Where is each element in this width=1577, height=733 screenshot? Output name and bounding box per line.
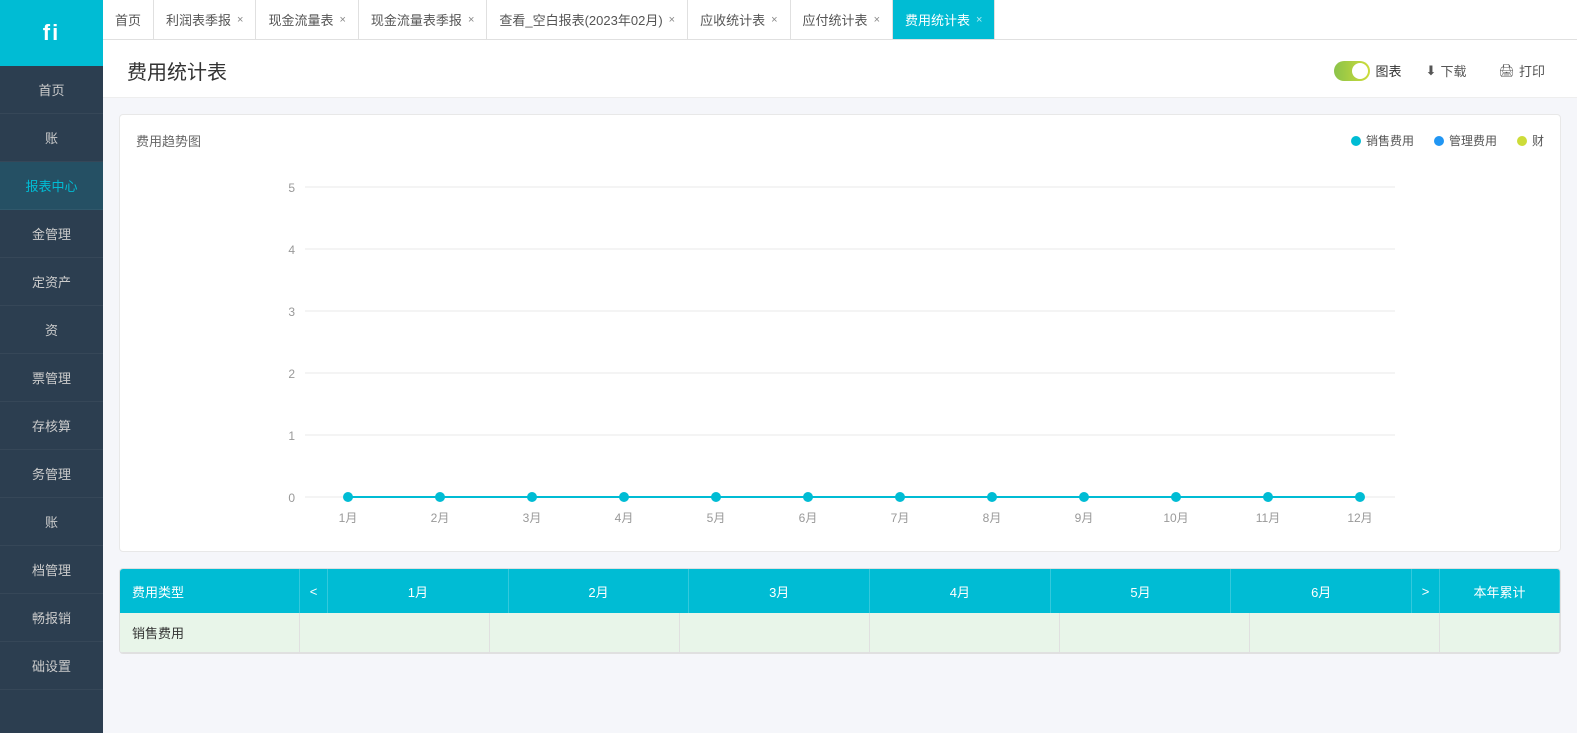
- svg-text:3: 3: [288, 305, 295, 319]
- svg-text:4: 4: [288, 243, 295, 257]
- svg-text:8月: 8月: [983, 511, 1002, 525]
- td-sales-m3: [680, 613, 870, 652]
- tab-cashflow-quarterly[interactable]: 现金流量表季报 ×: [359, 0, 487, 39]
- chart-title: 费用趋势图: [136, 131, 201, 150]
- chart-toggle-label: 图表: [1334, 61, 1402, 81]
- legend-dot-finance: [1517, 136, 1527, 146]
- tab-receivable[interactable]: 应收统计表 ×: [688, 0, 790, 39]
- legend-dot-admin: [1434, 136, 1444, 146]
- download-icon: ⬇: [1426, 63, 1437, 79]
- svg-text:1月: 1月: [339, 511, 358, 525]
- sidebar-item-service[interactable]: 务管理: [0, 450, 103, 498]
- th-month-5: 5月: [1051, 569, 1232, 613]
- td-sales-m5: [1060, 613, 1250, 652]
- chart-toggle[interactable]: [1334, 61, 1370, 81]
- td-sales-m2: [490, 613, 680, 652]
- td-sales-m6: [1250, 613, 1440, 652]
- tab-home[interactable]: 首页: [103, 0, 154, 39]
- sidebar-item-archive[interactable]: 档管理: [0, 546, 103, 594]
- legend-dot-sales: [1351, 136, 1361, 146]
- print-button[interactable]: 🖨 打印: [1490, 57, 1553, 84]
- svg-text:11月: 11月: [1256, 511, 1280, 525]
- svg-text:1: 1: [288, 429, 295, 443]
- header-actions: 图表 ⬇ 下载 🖨 打印: [1334, 57, 1553, 84]
- chart-container: 5 4 3 2 1 0 1月 2月 3月: [136, 162, 1544, 535]
- svg-text:9月: 9月: [1075, 511, 1094, 525]
- svg-text:4月: 4月: [615, 511, 634, 525]
- th-month-6: 6月: [1231, 569, 1412, 613]
- tab-close-payable[interactable]: ×: [874, 14, 880, 26]
- sidebar: fi 首页 账 报表中心 金管理 定资产 资 票管理 存核算 务管理 账 档管理…: [0, 0, 103, 733]
- svg-text:2: 2: [288, 367, 295, 381]
- table-row: 销售费用: [120, 613, 1560, 653]
- legend-sales: 销售费用: [1351, 132, 1414, 149]
- sidebar-item-expense[interactable]: 畅报销: [0, 594, 103, 642]
- tab-close-profit-quarterly[interactable]: ×: [237, 14, 243, 26]
- page-header: 费用统计表 图表 ⬇ 下载 🖨 打印: [103, 40, 1577, 98]
- svg-text:3月: 3月: [523, 511, 542, 525]
- print-icon: 🖨: [1498, 63, 1515, 79]
- tab-close-receivable[interactable]: ×: [771, 14, 777, 26]
- tab-cashflow[interactable]: 现金流量表 ×: [256, 0, 358, 39]
- td-type-sales: 销售费用: [120, 613, 300, 652]
- expense-table: 费用类型 < 1月 2月 3月 4月 5月 6月 > 本年累计 销售费用: [119, 568, 1561, 654]
- th-month-4: 4月: [870, 569, 1051, 613]
- sidebar-item-inventory[interactable]: 存核算: [0, 402, 103, 450]
- legend-admin: 管理费用: [1434, 132, 1497, 149]
- sidebar-item-settings[interactable]: 础设置: [0, 642, 103, 690]
- td-sales-m1: [300, 613, 490, 652]
- svg-text:6月: 6月: [799, 511, 818, 525]
- table-header: 费用类型 < 1月 2月 3月 4月 5月 6月 > 本年累计: [120, 569, 1560, 613]
- main-area: 首页 利润表季报 × 现金流量表 × 现金流量表季报 × 查看_空白报表(202…: [103, 0, 1577, 733]
- sidebar-item-account[interactable]: 账: [0, 114, 103, 162]
- td-sales-m4: [870, 613, 1060, 652]
- sidebar-item-reports[interactable]: 报表中心: [0, 162, 103, 210]
- tab-close-cashflow[interactable]: ×: [339, 14, 345, 26]
- th-total: 本年累计: [1440, 569, 1560, 613]
- sidebar-item-ledger[interactable]: 账: [0, 498, 103, 546]
- sidebar-logo: fi: [0, 0, 103, 66]
- tab-profit-quarterly[interactable]: 利润表季报 ×: [154, 0, 256, 39]
- download-button[interactable]: ⬇ 下载: [1418, 57, 1475, 84]
- tab-bar: 首页 利润表季报 × 现金流量表 × 现金流量表季报 × 查看_空白报表(202…: [103, 0, 1577, 40]
- chart-header: 费用趋势图 销售费用 管理费用 财: [136, 131, 1544, 150]
- svg-text:0: 0: [288, 491, 295, 505]
- sidebar-item-assets[interactable]: 定资产: [0, 258, 103, 306]
- sidebar-item-invoice[interactable]: 票管理: [0, 354, 103, 402]
- tab-close-blank-report[interactable]: ×: [669, 14, 675, 26]
- tab-close-expense-stats[interactable]: ×: [976, 14, 982, 26]
- th-month-2: 2月: [509, 569, 690, 613]
- th-type: 费用类型: [120, 569, 300, 613]
- th-month-1: 1月: [328, 569, 509, 613]
- content-area: 费用统计表 图表 ⬇ 下载 🖨 打印 费用趋势图: [103, 40, 1577, 733]
- tab-close-cashflow-quarterly[interactable]: ×: [468, 14, 474, 26]
- legend-finance: 财: [1517, 132, 1544, 149]
- th-next-nav[interactable]: >: [1412, 569, 1440, 613]
- tab-blank-report[interactable]: 查看_空白报表(2023年02月) ×: [487, 0, 688, 39]
- toggle-text: 图表: [1376, 61, 1402, 80]
- page-title: 费用统计表: [127, 56, 227, 85]
- trend-chart: 5 4 3 2 1 0 1月 2月 3月: [136, 162, 1544, 532]
- sidebar-item-cash[interactable]: 金管理: [0, 210, 103, 258]
- th-prev-nav[interactable]: <: [300, 569, 328, 613]
- svg-text:7月: 7月: [891, 511, 910, 525]
- sidebar-item-salary[interactable]: 资: [0, 306, 103, 354]
- svg-text:5月: 5月: [707, 511, 726, 525]
- svg-text:2月: 2月: [431, 511, 450, 525]
- chart-section: 费用趋势图 销售费用 管理费用 财: [119, 114, 1561, 552]
- svg-text:5: 5: [288, 181, 295, 195]
- svg-text:12月: 12月: [1347, 511, 1372, 525]
- th-month-3: 3月: [689, 569, 870, 613]
- tab-payable[interactable]: 应付统计表 ×: [791, 0, 893, 39]
- chart-legend: 销售费用 管理费用 财: [1351, 132, 1544, 149]
- svg-text:10月: 10月: [1163, 511, 1188, 525]
- td-sales-total: [1440, 613, 1560, 652]
- tab-expense-stats[interactable]: 费用统计表 ×: [893, 0, 995, 39]
- sidebar-item-home[interactable]: 首页: [0, 66, 103, 114]
